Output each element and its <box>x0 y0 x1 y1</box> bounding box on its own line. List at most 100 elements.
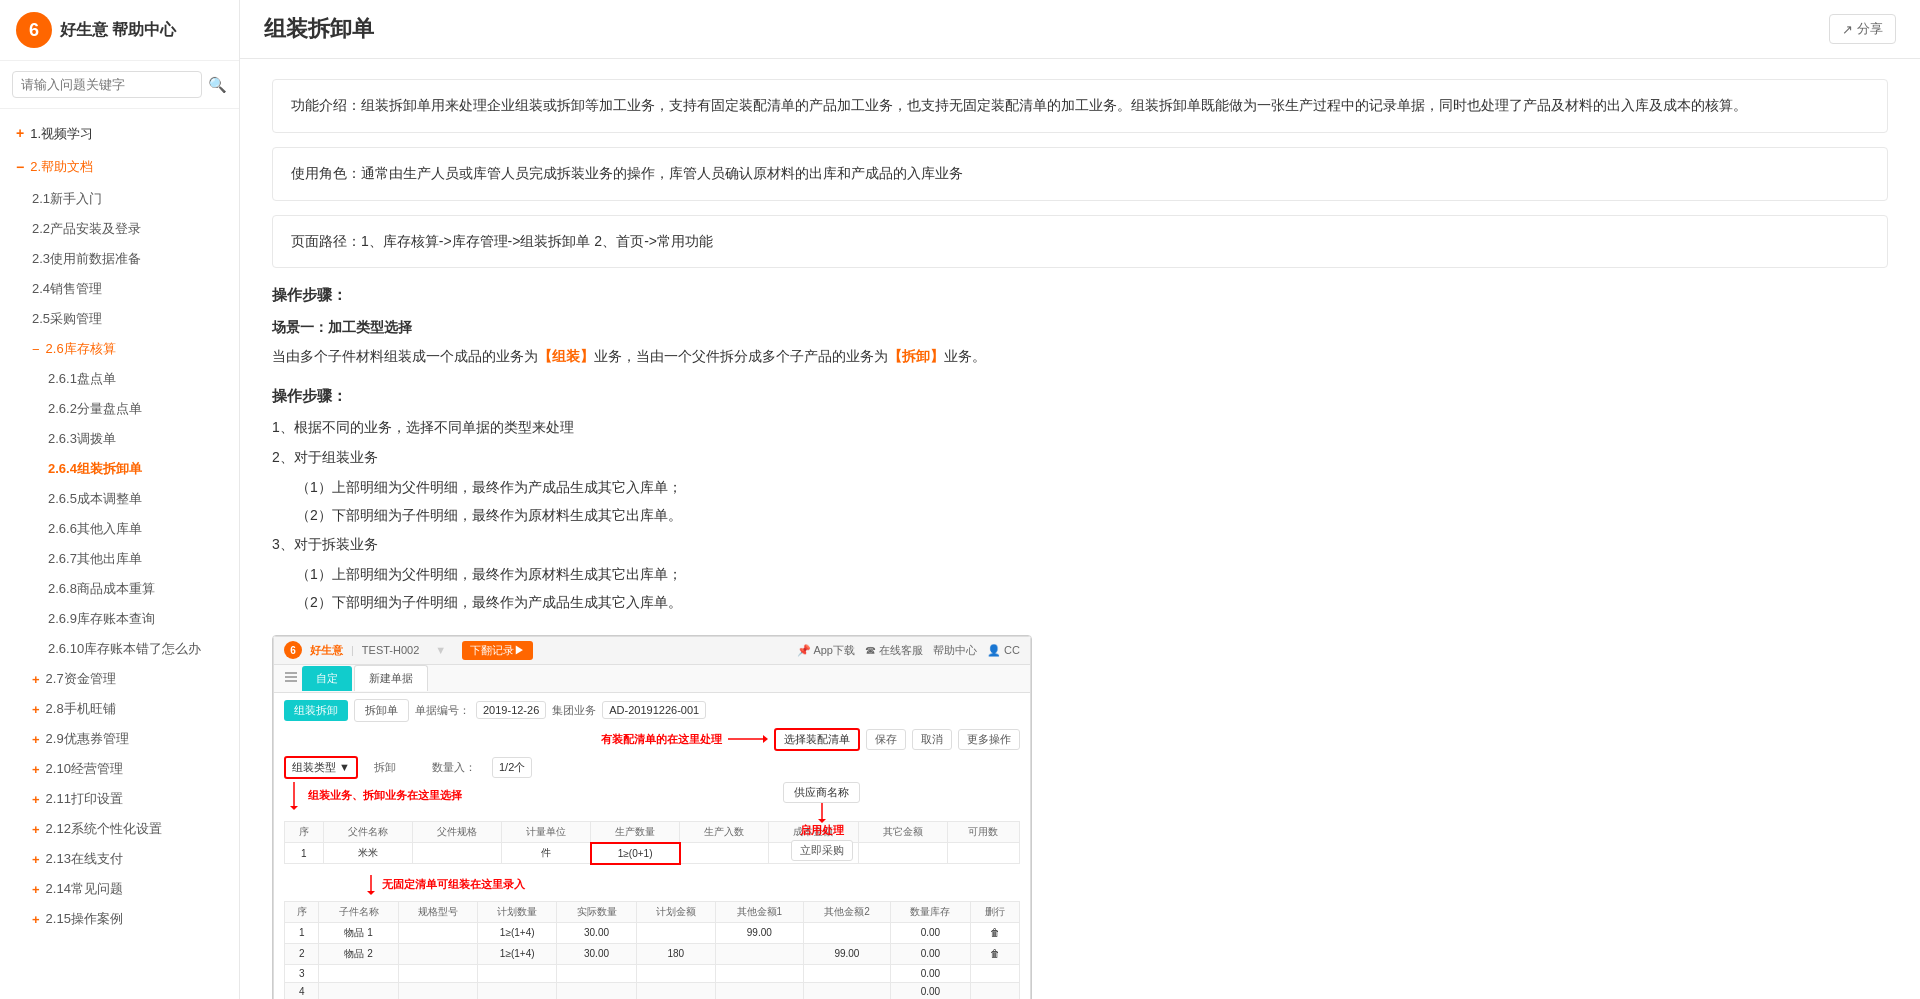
svg-marker-10 <box>367 891 375 895</box>
expand-icon-mobile: + <box>32 702 40 717</box>
table-row: 40.00 <box>285 982 1020 999</box>
mock-form-type-row: 组装拆卸 拆卸单 单据编号： 2019-12-26 集团业务 AD-201912… <box>284 699 1020 751</box>
content-inner: 功能介绍：组装拆卸单用来处理企业组装或拆卸等加工业务，支持有固定装配清单的产品加… <box>240 59 1920 999</box>
table-row: 2 物品 2 1≥(1+4) 30.00 180 99.00 0.00 <box>285 943 1020 964</box>
path-block: 页面路径：1、库存核算->库存管理->组装拆卸单 2、首页->常用功能 <box>272 215 1888 269</box>
content-area: 功能介绍：组装拆卸单用来处理企业组装或拆卸等加工业务，支持有固定装配清单的产品加… <box>240 59 1920 999</box>
search-input[interactable] <box>12 71 202 98</box>
mock-nav-bar: 自定 新建单据 <box>274 665 1030 693</box>
annotation5-container: 无固定清单可组装在这里录入 <box>364 875 1020 895</box>
sidebar-item-assembly[interactable]: 2.6.4组装拆卸单 <box>0 454 239 484</box>
sidebar-item-coupon[interactable]: + 2.9优惠券管理 <box>0 724 239 754</box>
expand-icon-print: + <box>32 792 40 807</box>
mock-window: 6 好生意 | TEST-H002 ▼ 下翻记录▶ 📌 App下载 ☎ 在线客服… <box>273 636 1031 999</box>
step2: 2、对于组装业务 <box>272 446 1888 470</box>
annotation5-text: 无固定清单可组装在这里录入 <box>382 877 525 892</box>
logo-icon: 6 <box>16 12 52 48</box>
step1: 1、根据不同的业务，选择不同单据的类型来处理 <box>272 416 1888 440</box>
expand-icon-online-pay: + <box>32 852 40 867</box>
annotation3-text: 组装业务、拆卸业务在这里选择 <box>308 788 462 803</box>
expand-icon-faq: + <box>32 882 40 897</box>
sidebar-item-partial-stocktake[interactable]: 2.6.2分量盘点单 <box>0 394 239 424</box>
mock-topbar: 6 好生意 | TEST-H002 ▼ 下翻记录▶ 📌 App下载 ☎ 在线客服… <box>274 637 1030 665</box>
mock-supplier-input[interactable]: 供应商名称 <box>783 782 860 803</box>
logo-text: 好生意 帮助中心 <box>60 20 176 41</box>
sidebar-item-data-prep[interactable]: 2.3使用前数据准备 <box>0 244 239 274</box>
mock-form-date: 2019-12-26 <box>476 701 546 719</box>
step3-2: （2）下部明细为子件明细，最终作为产成品生成其它入库单。 <box>272 591 1888 615</box>
mock-annotation1-area: 有装配清单的在这里处理 选择装配清单 保存 取消 更多操作 <box>601 728 1020 751</box>
sidebar-item-finance[interactable]: + 2.7资金管理 <box>0 664 239 694</box>
mock-tab-active[interactable]: 自定 <box>302 666 352 691</box>
sidebar-item-inventory[interactable]: − 2.6库存核算 <box>0 334 239 364</box>
sidebar-item-cost-adjust[interactable]: 2.6.5成本调整单 <box>0 484 239 514</box>
annotation5-arrow <box>364 875 378 895</box>
mock-tab-new[interactable]: 新建单据 <box>354 665 428 691</box>
mock-type-selector[interactable]: 组装类型 ▼ <box>284 756 358 779</box>
sidebar-item-install[interactable]: 2.2产品安装及登录 <box>0 214 239 244</box>
sidebar-item-new-user[interactable]: 2.1新手入门 <box>0 184 239 214</box>
sidebar-item-mobile[interactable]: + 2.8手机旺铺 <box>0 694 239 724</box>
sidebar-item-faq[interactable]: + 2.14常见问题 <box>0 874 239 904</box>
step3: 3、对于拆装业务 <box>272 533 1888 557</box>
mock-cancel-btn[interactable]: 取消 <box>912 729 952 750</box>
sidebar-header: 6 好生意 帮助中心 <box>0 0 239 61</box>
step2-1: （1）上部明细为父件明细，最终作为产成品生成其它入库单； <box>272 476 1888 500</box>
svg-marker-4 <box>763 735 768 743</box>
mock-annotation1-btn[interactable]: 选择装配清单 <box>774 728 860 751</box>
sidebar-item-cost-recalc[interactable]: 2.6.8商品成本重算 <box>0 574 239 604</box>
mock-brand: 好生意 <box>310 643 343 658</box>
svg-marker-6 <box>290 806 298 810</box>
search-icon[interactable]: 🔍 <box>208 76 227 94</box>
annotation2-area: 供应商名称 启用处理 立即采购 <box>783 782 860 861</box>
mock-save-btn[interactable]: 保存 <box>866 729 906 750</box>
sidebar-item-stocktake[interactable]: 2.6.1盘点单 <box>0 364 239 394</box>
operation-steps-heading: 操作步骤： <box>272 387 1888 406</box>
screenshot-container: 6 好生意 | TEST-H002 ▼ 下翻记录▶ 📌 App下载 ☎ 在线客服… <box>272 635 1032 999</box>
annotation3-area: 组装业务、拆卸业务在这里选择 <box>284 782 462 810</box>
mock-form-type-assembly[interactable]: 组装拆卸 <box>284 700 348 721</box>
mock-apply-btn[interactable]: 立即采购 <box>791 840 853 861</box>
sidebar-item-allocate[interactable]: 2.6.3调拨单 <box>0 424 239 454</box>
sidebar-item-online-pay[interactable]: + 2.13在线支付 <box>0 844 239 874</box>
mock-lower-table-area: 序 子件名称 规格型号 计划数量 实际数量 计划金额 其他金额1 其他金额2 数… <box>274 901 1030 999</box>
annotation3-arrow-up <box>284 782 304 810</box>
collapse-icon: − <box>16 158 24 178</box>
sidebar-item-cases[interactable]: + 2.15操作案例 <box>0 904 239 934</box>
main-area: 组装拆卸单 ↗ 分享 功能介绍：组装拆卸单用来处理企业组装或拆卸等加工业务，支持… <box>240 0 1920 999</box>
mock-form-type-other[interactable]: 拆卸单 <box>354 699 409 722</box>
sidebar-item-stock-query[interactable]: 2.6.9库存账本查询 <box>0 604 239 634</box>
sidebar-item-video[interactable]: + 1.视频学习 <box>0 117 239 151</box>
mock-form-code: AD-20191226-001 <box>602 701 706 719</box>
sidebar: 6 好生意 帮助中心 🔍 + 1.视频学习 − 2.帮助文档 2.1新手入门 2… <box>0 0 240 999</box>
sidebar-item-print[interactable]: + 2.11打印设置 <box>0 784 239 814</box>
mock-print-btn[interactable]: 更多操作 <box>958 729 1020 750</box>
step2-2: （2）下部明细为子件明细，最终作为原材料生成其它出库单。 <box>272 504 1888 528</box>
share-button[interactable]: ↗ 分享 <box>1829 14 1896 44</box>
expand-icon-coupon: + <box>32 732 40 747</box>
sidebar-item-stock-err[interactable]: 2.6.10库存账本错了怎么办 <box>0 634 239 664</box>
sidebar-item-other-out[interactable]: 2.6.7其他出库单 <box>0 544 239 574</box>
search-box: 🔍 <box>0 61 239 109</box>
mock-qty-row: 组装类型 ▼ 拆卸 数量入： 1/2个 组装业务 <box>284 756 1020 779</box>
table-row: 30.00 <box>285 964 1020 982</box>
sidebar-item-sales[interactable]: 2.4销售管理 <box>0 274 239 304</box>
sidebar-item-ops[interactable]: + 2.10经营管理 <box>0 754 239 784</box>
sidebar-item-personalize[interactable]: + 2.12系统个性化设置 <box>0 814 239 844</box>
intro-block: 功能介绍：组装拆卸单用来处理企业组装或拆卸等加工业务，支持有固定装配清单的产品加… <box>272 79 1888 133</box>
mock-lower-table: 序 子件名称 规格型号 计划数量 实际数量 计划金额 其他金额1 其他金额2 数… <box>284 901 1020 999</box>
sidebar-item-purchase[interactable]: 2.5采购管理 <box>0 304 239 334</box>
mock-annotation5-area: 无固定清单可组装在这里录入 <box>274 869 1030 901</box>
mock-logo-icon: 6 <box>284 641 302 659</box>
role-block: 使用角色：通常由生产人员或库管人员完成拆装业务的操作，库管人员确认原材料的出库和… <box>272 147 1888 201</box>
mock-form-area: 组装拆卸 拆卸单 单据编号： 2019-12-26 集团业务 AD-201912… <box>274 693 1030 779</box>
operation-heading: 操作步骤： <box>272 286 1888 305</box>
annotation1-text: 有装配清单的在这里处理 <box>601 732 722 747</box>
mock-upper-table: 序 父件名称 父件规格 计量单位 生产数量 生产入数 成本金额 其它金额 可用数 <box>284 821 1020 865</box>
annotation2-arrow <box>815 803 829 823</box>
page-title: 组装拆卸单 <box>264 14 374 44</box>
sidebar-item-other-in[interactable]: 2.6.6其他入库单 <box>0 514 239 544</box>
sidebar-item-docs[interactable]: − 2.帮助文档 <box>0 151 239 185</box>
table-row: 1 物品 1 1≥(1+4) 30.00 99.00 0.00 🗑 <box>285 922 1020 943</box>
expand-icon-cases: + <box>32 912 40 927</box>
